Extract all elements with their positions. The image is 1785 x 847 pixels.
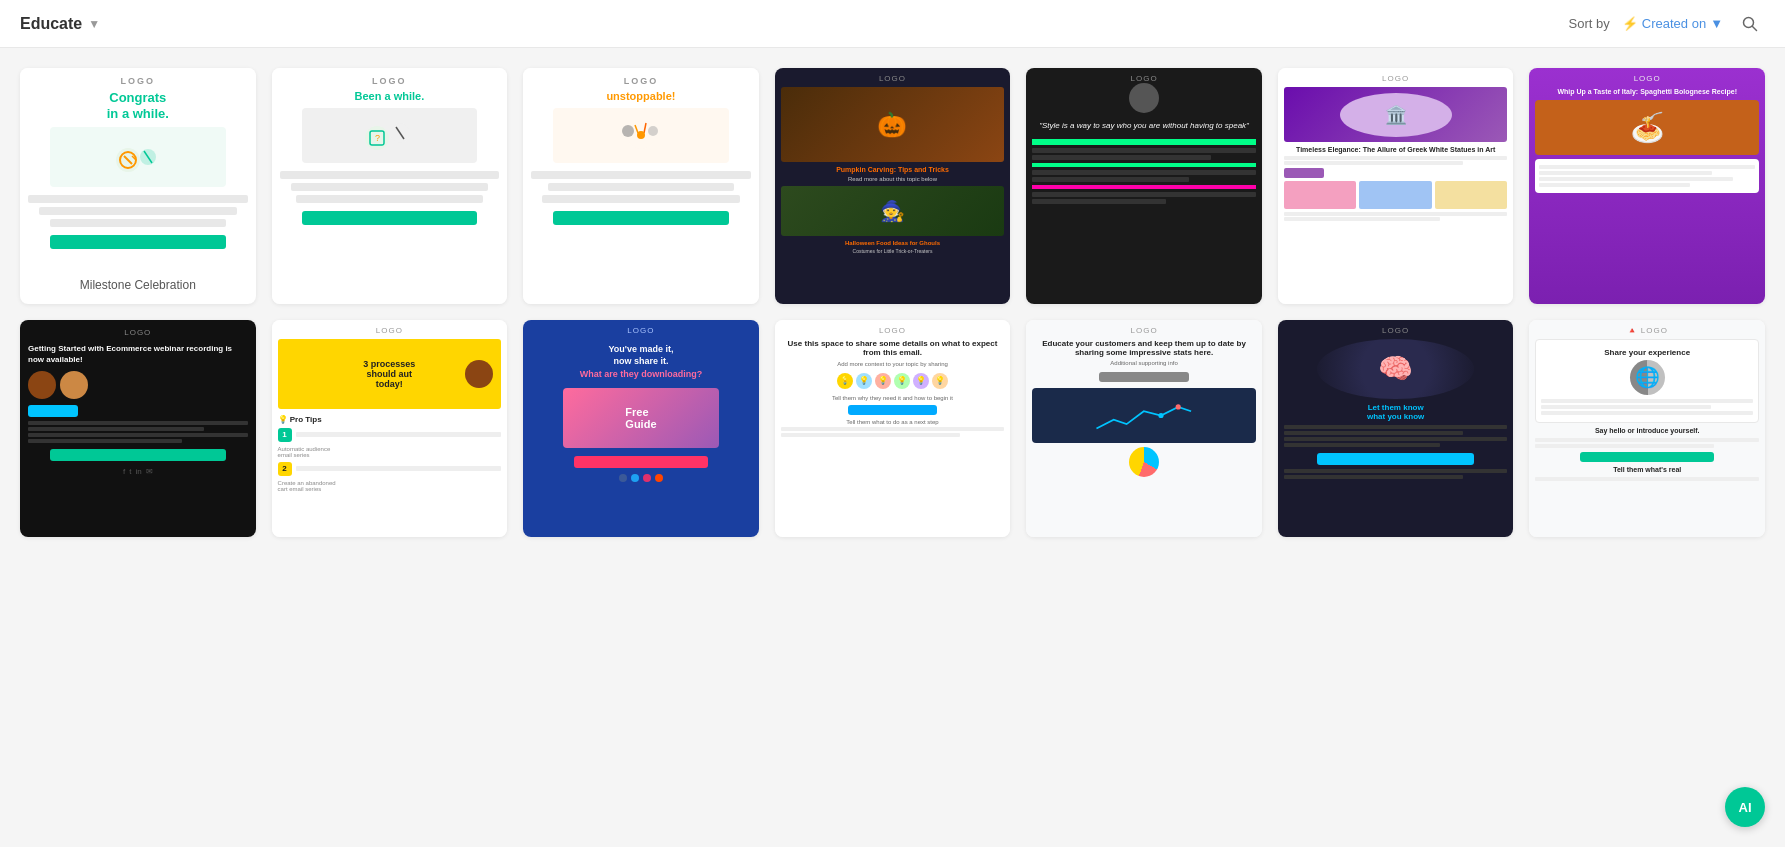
card-preview-reengagement: LOGO Been a while. ? (272, 68, 508, 304)
svg-point-15 (648, 126, 658, 136)
svg-point-14 (622, 125, 634, 137)
svg-text:?: ? (375, 133, 380, 143)
nav-right-area: Sort by ⚡ Created on ▼ (1569, 9, 1765, 39)
template-card-course[interactable]: LOGO unstoppable! Course (523, 68, 759, 304)
template-card-expertise[interactable]: LOGO 🧠 Let them knowwhat you know Share … (1278, 320, 1514, 538)
template-card-milestone[interactable]: LOGO Congratsin a while. (20, 68, 256, 304)
sort-dropdown[interactable]: ⚡ Created on ▼ (1622, 16, 1723, 31)
card-label-milestone: Milestone Celebration (20, 268, 256, 304)
card-preview-recipe: LOGO Whip Up a Taste of Italy: Spaghetti… (1529, 68, 1765, 304)
brand-name[interactable]: Educate (20, 15, 82, 33)
card-preview-halloween: LOGO Pumpkin Carving: Tips and Tricks Re… (775, 68, 1011, 304)
template-card-webinar[interactable]: LOGO Getting Started with Ecommerce webi… (20, 320, 256, 538)
card-preview-news: LOGO 🏛️ Timeless Elegance: The Allure of… (1278, 68, 1514, 304)
card-preview-stayupdated: LOGO Educate your customers and keep the… (1026, 320, 1262, 538)
svg-line-1 (1753, 26, 1757, 30)
template-card-protips[interactable]: LOGO 3 processesshould auttoday! 💡 Pro T… (272, 320, 508, 538)
search-button[interactable] (1735, 9, 1765, 39)
svg-point-19 (1159, 413, 1164, 418)
sort-icon: ⚡ (1622, 16, 1638, 31)
brand-chevron[interactable]: ▼ (88, 17, 100, 31)
template-row-1: LOGO Congratsin a while. (20, 68, 1765, 304)
card-preview-share: LOGO You've made it,now share it.What ar… (523, 320, 759, 538)
card-preview-milestone: LOGO Congratsin a while. (20, 68, 256, 268)
template-card-stayupdated[interactable]: LOGO Educate your customers and keep the… (1026, 320, 1262, 538)
template-gallery: LOGO Congratsin a while. (0, 48, 1785, 573)
nav-brand-area: Educate ▼ (20, 15, 100, 33)
card-preview-fashion: LOGO "Style is a way to say who you are … (1026, 68, 1262, 304)
card-preview-expertise: LOGO 🧠 Let them knowwhat you know (1278, 320, 1514, 538)
sort-chevron-icon: ▼ (1710, 16, 1723, 31)
top-navigation: Educate ▼ Sort by ⚡ Created on ▼ (0, 0, 1785, 48)
template-row-2: LOGO Getting Started with Ecommerce webi… (20, 320, 1765, 538)
template-card-demonstrated[interactable]: 🔺 LOGO Share your experience 🌐 Say hello… (1529, 320, 1765, 538)
svg-point-18 (637, 131, 645, 139)
template-card-brainstorm[interactable]: LOGO Use this space to share some detail… (775, 320, 1011, 538)
sort-value-text: Created on (1642, 16, 1706, 31)
template-card-halloween[interactable]: LOGO Pumpkin Carving: Tips and Tricks Re… (775, 68, 1011, 304)
template-card-news[interactable]: LOGO 🏛️ Timeless Elegance: The Allure of… (1278, 68, 1514, 304)
sort-label: Sort by (1569, 16, 1610, 31)
template-card-recipe[interactable]: LOGO Whip Up a Taste of Italy: Spaghetti… (1529, 68, 1765, 304)
card-preview-webinar: LOGO Getting Started with Ecommerce webi… (20, 320, 256, 538)
card-preview-demonstrated: 🔺 LOGO Share your experience 🌐 Say hello… (1529, 320, 1765, 538)
template-card-fashion[interactable]: LOGO "Style is a way to say who you are … (1026, 68, 1262, 304)
svg-point-20 (1176, 404, 1181, 409)
card-preview-course: LOGO unstoppable! (523, 68, 759, 304)
template-card-reengagement[interactable]: LOGO Been a while. ? Reengagement Campa (272, 68, 508, 304)
ai-assistant-button[interactable]: AI (1725, 787, 1765, 827)
card-preview-brainstorm: LOGO Use this space to share some detail… (775, 320, 1011, 538)
template-card-share[interactable]: LOGO You've made it,now share it.What ar… (523, 320, 759, 538)
card-preview-protips: LOGO 3 processesshould auttoday! 💡 Pro T… (272, 320, 508, 538)
